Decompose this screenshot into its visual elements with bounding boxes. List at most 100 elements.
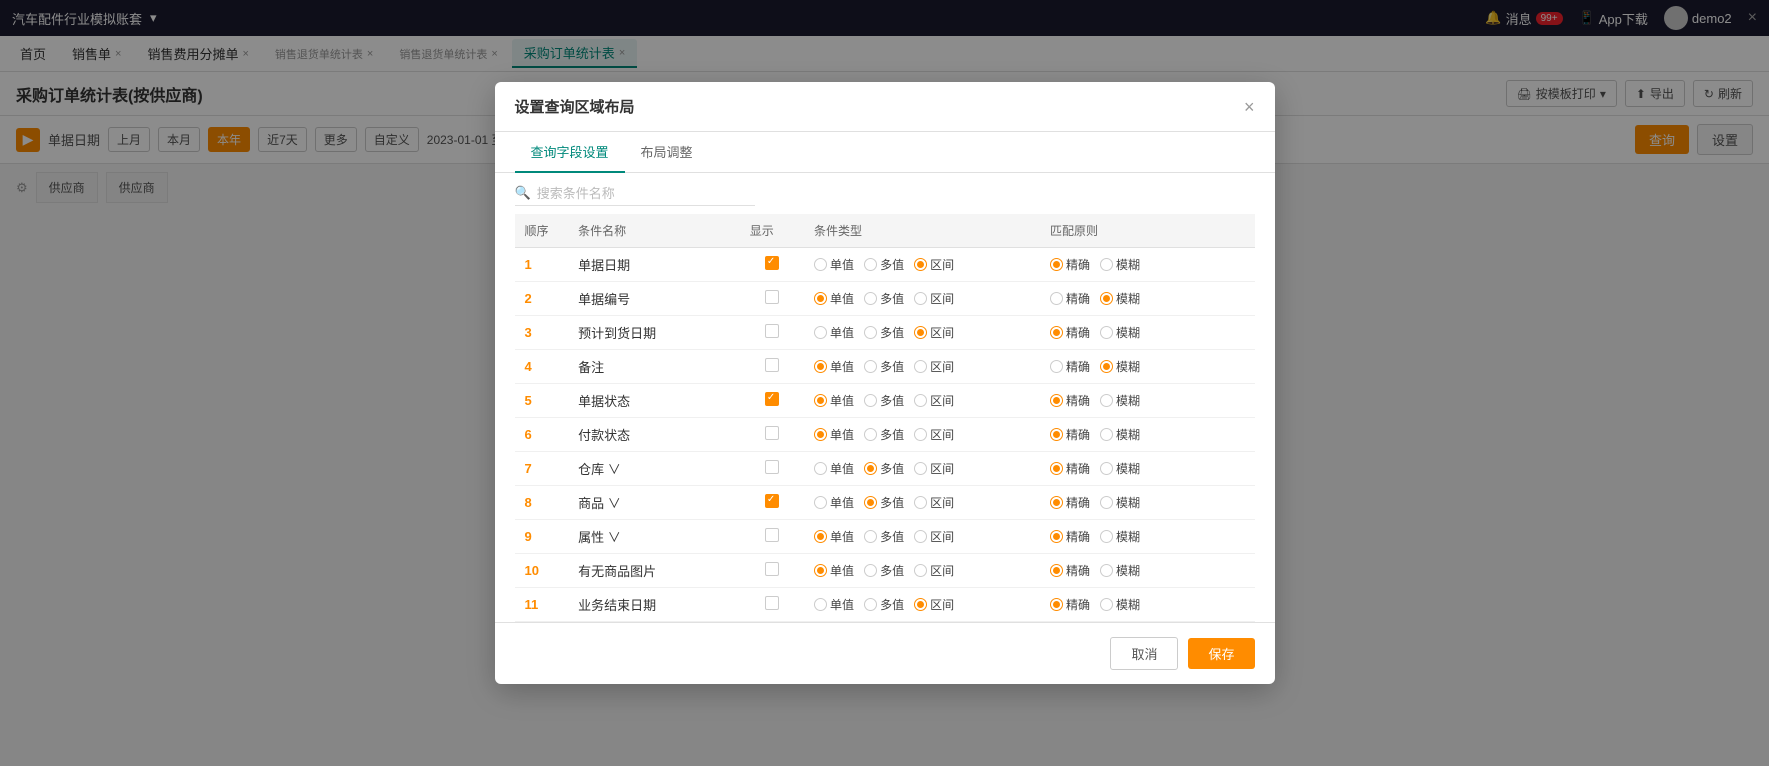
radio-match-模糊-1[interactable]: 模糊 [1100,290,1140,307]
radio-match-精确-9[interactable]: 精确 [1050,562,1090,579]
checkbox-8[interactable] [765,528,779,542]
radio-type-多值-0[interactable]: 多值 [864,256,904,273]
radio-match-模糊-10[interactable]: 模糊 [1100,596,1140,613]
radio-match-精确-3[interactable]: 精确 [1050,358,1090,375]
radio-match-模糊-7[interactable]: 模糊 [1100,494,1140,511]
cancel-btn[interactable]: 取消 [1110,637,1178,670]
radio-type-多值-8[interactable]: 多值 [864,528,904,545]
radio-type-区间-4[interactable]: 区间 [914,392,954,409]
radio-match-模糊-0[interactable]: 模糊 [1100,256,1140,273]
radio-match-模糊-9[interactable]: 模糊 [1100,562,1140,579]
radio-match-精确-0[interactable]: 精确 [1050,256,1090,273]
row-show-2[interactable] [740,316,804,350]
radio-type-单值-8[interactable]: 单值 [814,528,854,545]
radio-match-模糊-4[interactable]: 模糊 [1100,392,1140,409]
radio-type-区间-1[interactable]: 区间 [914,290,954,307]
radio-type-区间-7[interactable]: 区间 [914,494,954,511]
radio-match-精确-7[interactable]: 精确 [1050,494,1090,511]
row-show-4[interactable] [740,384,804,418]
radio-type-多值-5[interactable]: 多值 [864,426,904,443]
radio-type-多值-2[interactable]: 多值 [864,324,904,341]
row-show-1[interactable] [740,282,804,316]
settings-dialog: 设置查询区域布局 × 查询字段设置 布局调整 🔍 [495,82,1275,684]
row-show-3[interactable] [740,350,804,384]
radio-circle-icon [914,326,927,339]
radio-type-单值-5[interactable]: 单值 [814,426,854,443]
dialog-title: 设置查询区域布局 [515,96,635,117]
radio-match-模糊-8[interactable]: 模糊 [1100,528,1140,545]
radio-type-多值-1[interactable]: 多值 [864,290,904,307]
radio-type-多值-6[interactable]: 多值 [864,460,904,477]
radio-match-模糊-3[interactable]: 模糊 [1100,358,1140,375]
row-show-10[interactable] [740,588,804,622]
radio-type-单值-1[interactable]: 单值 [814,290,854,307]
checkbox-6[interactable] [765,460,779,474]
search-icon: 🔍 [515,185,531,201]
radio-type-区间-3[interactable]: 区间 [914,358,954,375]
radio-type-单值-4[interactable]: 单值 [814,392,854,409]
radio-match-精确-4[interactable]: 精确 [1050,392,1090,409]
radio-type-多值-9[interactable]: 多值 [864,562,904,579]
radio-type-多值-4[interactable]: 多值 [864,392,904,409]
row-show-0[interactable] [740,248,804,282]
search-input[interactable] [537,186,755,201]
dialog-tab-fields[interactable]: 查询字段设置 [515,132,625,173]
radio-circle-icon [914,598,927,611]
radio-type-多值-10[interactable]: 多值 [864,596,904,613]
checkbox-5[interactable] [765,426,779,440]
checkbox-0[interactable] [765,256,779,270]
radio-match-精确-6[interactable]: 精确 [1050,460,1090,477]
radio-type-区间-0[interactable]: 区间 [914,256,954,273]
radio-type-单值-0[interactable]: 单值 [814,256,854,273]
save-btn[interactable]: 保存 [1188,638,1254,669]
radio-type-多值-7[interactable]: 多值 [864,494,904,511]
radio-type-单值-2[interactable]: 单值 [814,324,854,341]
radio-type-区间-9[interactable]: 区间 [914,562,954,579]
row-show-6[interactable] [740,452,804,486]
checkbox-2[interactable] [765,324,779,338]
radio-match-精确-2[interactable]: 精确 [1050,324,1090,341]
checkbox-9[interactable] [765,562,779,576]
radio-match-精确-1[interactable]: 精确 [1050,290,1090,307]
modal-overlay[interactable]: 设置查询区域布局 × 查询字段设置 布局调整 🔍 [0,0,1769,766]
radio-match-模糊-5[interactable]: 模糊 [1100,426,1140,443]
table-row: 8商品 ∨单值多值区间精确模糊 [515,486,1255,520]
checkbox-3[interactable] [765,358,779,372]
radio-type-区间-2[interactable]: 区间 [914,324,954,341]
radio-label: 单值 [830,528,854,545]
radio-circle-icon [814,326,827,339]
radio-type-区间-8[interactable]: 区间 [914,528,954,545]
dialog-tab-layout[interactable]: 布局调整 [625,132,709,173]
radio-type-区间-5[interactable]: 区间 [914,426,954,443]
radio-match-模糊-2[interactable]: 模糊 [1100,324,1140,341]
radio-label: 区间 [930,426,954,443]
checkbox-1[interactable] [765,290,779,304]
row-show-5[interactable] [740,418,804,452]
radio-type-多值-3[interactable]: 多值 [864,358,904,375]
radio-circle-icon [814,564,827,577]
radio-match-精确-5[interactable]: 精确 [1050,426,1090,443]
radio-label: 单值 [830,460,854,477]
radio-type-区间-10[interactable]: 区间 [914,596,954,613]
radio-circle-icon [1050,428,1063,441]
radio-type-区间-6[interactable]: 区间 [914,460,954,477]
row-show-9[interactable] [740,554,804,588]
radio-type-单值-10[interactable]: 单值 [814,596,854,613]
radio-type-单值-9[interactable]: 单值 [814,562,854,579]
radio-match-精确-10[interactable]: 精确 [1050,596,1090,613]
row-name-5: 付款状态 [568,418,740,452]
radio-type-单值-3[interactable]: 单值 [814,358,854,375]
radio-match-模糊-6[interactable]: 模糊 [1100,460,1140,477]
radio-type-单值-6[interactable]: 单值 [814,460,854,477]
radio-match-精确-8[interactable]: 精确 [1050,528,1090,545]
radio-circle-icon [814,428,827,441]
radio-circle-icon [864,598,877,611]
row-show-8[interactable] [740,520,804,554]
checkbox-7[interactable] [765,494,779,508]
radio-type-单值-7[interactable]: 单值 [814,494,854,511]
dialog-close-btn[interactable]: × [1244,98,1255,116]
checkbox-10[interactable] [765,596,779,610]
row-show-7[interactable] [740,486,804,520]
checkbox-4[interactable] [765,392,779,406]
radio-label: 区间 [930,596,954,613]
